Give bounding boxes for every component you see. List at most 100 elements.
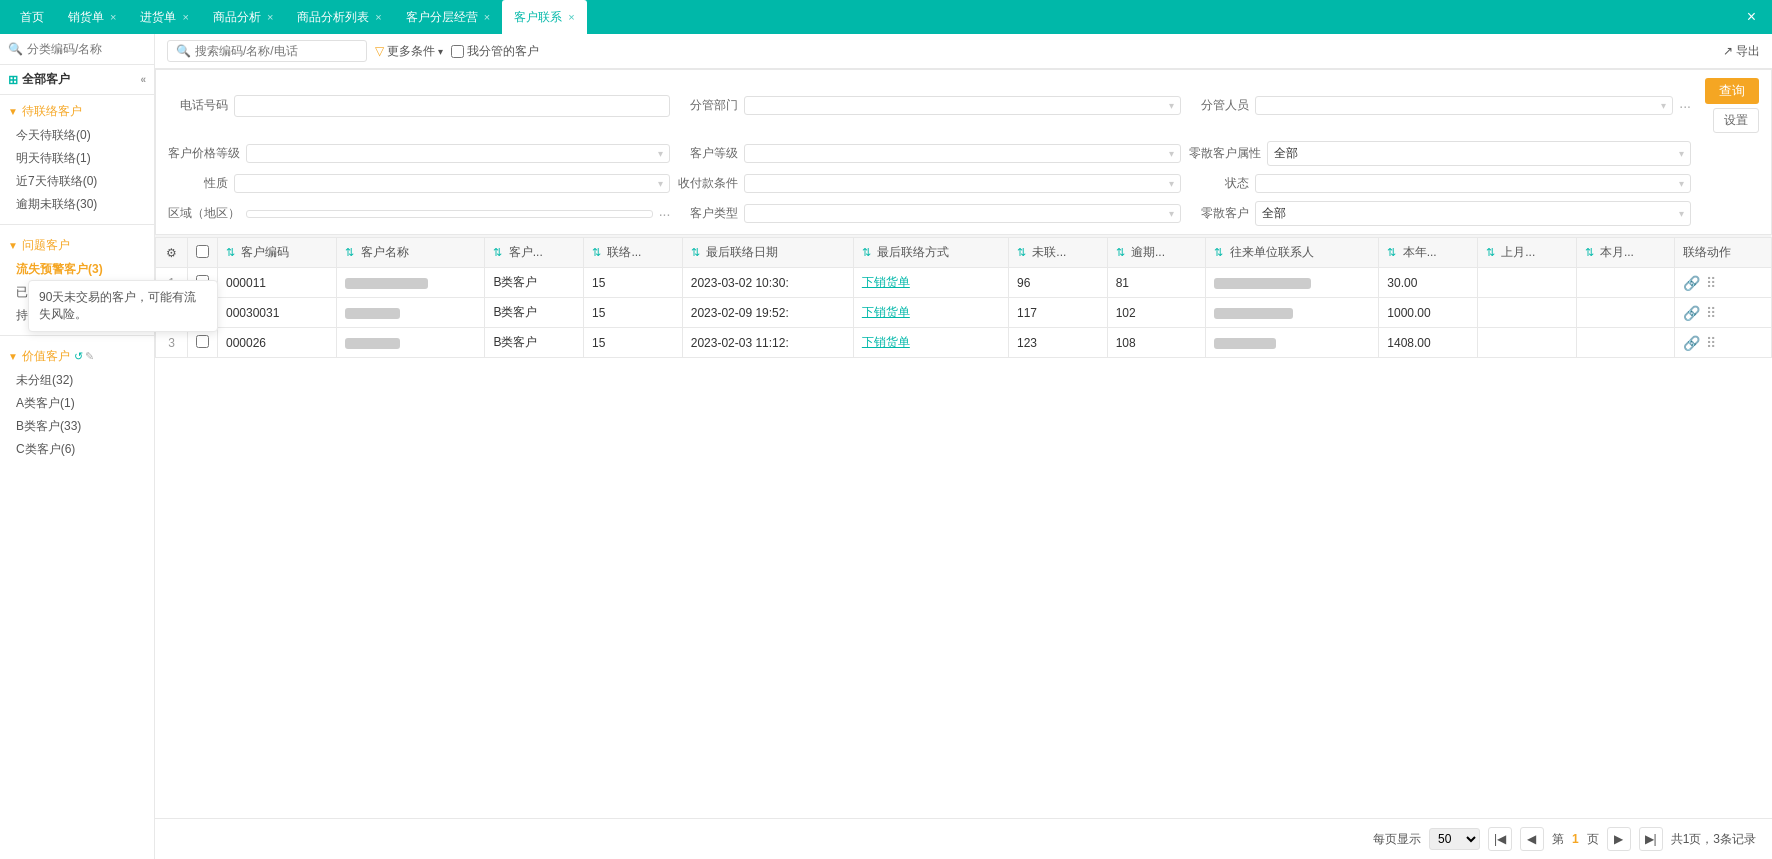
collapse-icon[interactable]: « — [140, 74, 146, 85]
cell-method-0[interactable]: 下销货单 — [853, 268, 1008, 298]
cell-date-0: 2023-03-02 10:30: — [682, 268, 853, 298]
payment-label: 收付款条件 — [678, 175, 738, 192]
sidebar-search-input[interactable] — [27, 42, 155, 56]
nav-purchase-order-close[interactable]: × — [182, 11, 188, 23]
settings-icon[interactable]: ⚙ — [166, 246, 177, 260]
customer-type-select[interactable]: ▾ — [744, 204, 1180, 223]
region-select[interactable] — [246, 210, 653, 218]
th-tmonth-sort-icon: ⇅ — [1585, 246, 1594, 258]
nav-product-analysis[interactable]: 商品分析 × — [201, 0, 285, 34]
sidebar-item-7days[interactable]: 近7天待联络(0) — [0, 170, 154, 193]
per-page-label: 每页显示 — [1373, 831, 1421, 848]
export-button[interactable]: ↗ 导出 — [1723, 43, 1760, 60]
th-code[interactable]: ⇅ 客户编码 — [218, 238, 337, 268]
last-page-button[interactable]: ▶| — [1639, 827, 1663, 851]
sidebar-group-problem-title[interactable]: ▼ 问题客户 — [0, 233, 154, 258]
th-contact-count[interactable]: ⇅ 联络... — [584, 238, 683, 268]
cell-checkbox-2[interactable] — [188, 328, 218, 358]
th-name[interactable]: ⇅ 客户名称 — [337, 238, 485, 268]
th-this-year[interactable]: ⇅ 本年... — [1379, 238, 1478, 268]
cell-tmonth-0 — [1576, 268, 1675, 298]
nav-product-analysis-list[interactable]: 商品分析列表 × — [285, 0, 393, 34]
customer-level-select[interactable]: ▾ — [744, 144, 1180, 163]
table-area: ⚙ ⇅ 客户编码 ⇅ 客户名称 — [155, 237, 1772, 818]
th-this-month[interactable]: ⇅ 本月... — [1576, 238, 1675, 268]
manager-dots[interactable]: ··· — [1679, 98, 1691, 114]
nav-customer-contact-close[interactable]: × — [568, 11, 574, 23]
sidebar-item-class-b[interactable]: B类客户(33) — [0, 415, 154, 438]
th-contact-person[interactable]: ⇅ 往来单位联系人 — [1206, 238, 1379, 268]
region-dots[interactable]: ··· — [659, 206, 671, 222]
search-input[interactable] — [195, 44, 358, 58]
prev-page-button[interactable]: ◀ — [1520, 827, 1544, 851]
nav-customer-segment[interactable]: 客户分层经营 × — [394, 0, 502, 34]
sidebar-all-customers-header[interactable]: ⊞ 全部客户 « — [0, 65, 154, 95]
sidebar-item-today[interactable]: 今天待联络(0) — [0, 124, 154, 147]
cell-action-1: 🔗 ⠿ — [1675, 298, 1772, 328]
status-select[interactable]: ▾ — [1255, 174, 1691, 193]
churn-tooltip: 90天未交易的客户，可能有流失风险。 — [28, 280, 155, 332]
th-last-contact-method[interactable]: ⇅ 最后联络方式 — [853, 238, 1008, 268]
action-link-1[interactable]: 🔗 — [1683, 305, 1700, 321]
nav-product-analysis-close[interactable]: × — [267, 11, 273, 23]
cell-lmonth-1 — [1477, 298, 1576, 328]
cell-code-0: 000011 — [218, 268, 337, 298]
sidebar-group-value-title[interactable]: ▼ 价值客户 ↺ ✎ — [0, 344, 154, 369]
action-link-0[interactable]: 🔗 — [1683, 275, 1700, 291]
row-checkbox-2[interactable] — [196, 335, 209, 348]
sidebar-item-class-a[interactable]: A类客户(1) — [0, 392, 154, 415]
my-customers-checkbox[interactable] — [451, 45, 464, 58]
cell-type-0: B类客户 — [485, 268, 584, 298]
th-overdue[interactable]: ⇅ 逾期... — [1107, 238, 1206, 268]
action-grid-1[interactable]: ⠿ — [1706, 305, 1716, 321]
query-button[interactable]: 查询 — [1705, 78, 1759, 104]
phone-input[interactable] — [234, 95, 670, 117]
sidebar-item-tomorrow[interactable]: 明天待联络(1) — [0, 147, 154, 170]
payment-select[interactable]: ▾ — [744, 174, 1180, 193]
th-uncontacted[interactable]: ⇅ 未联... — [1008, 238, 1107, 268]
cell-year-1: 1000.00 — [1379, 298, 1478, 328]
action-grid-0[interactable]: ⠿ — [1706, 275, 1716, 291]
action-grid-2[interactable]: ⠿ — [1706, 335, 1716, 351]
sidebar-item-class-c[interactable]: C类客户(6) — [0, 438, 154, 461]
cell-method-1[interactable]: 下销货单 — [853, 298, 1008, 328]
sidebar-item-unclassified[interactable]: 未分组(32) — [0, 369, 154, 392]
value-group-edit[interactable]: ✎ — [85, 350, 94, 363]
th-last-month[interactable]: ⇅ 上月... — [1477, 238, 1576, 268]
nature-select[interactable]: ▾ — [234, 174, 670, 193]
action-link-2[interactable]: 🔗 — [1683, 335, 1700, 351]
nav-customer-contact[interactable]: 客户联系 × — [502, 0, 586, 34]
cell-method-2[interactable]: 下销货单 — [853, 328, 1008, 358]
department-select[interactable]: ▾ — [744, 96, 1180, 115]
nav-purchase-order[interactable]: 进货单 × — [128, 0, 200, 34]
th-customer-type[interactable]: ⇅ 客户... — [485, 238, 584, 268]
th-contact-sort-icon: ⇅ — [592, 246, 601, 258]
nav-home[interactable]: 首页 — [8, 0, 56, 34]
per-page-select[interactable]: 50 100 200 — [1429, 828, 1480, 850]
manager-select[interactable]: ▾ — [1255, 96, 1674, 115]
nav-sales-order[interactable]: 销货单 × — [56, 0, 128, 34]
my-customers-checkbox-label[interactable]: 我分管的客户 — [451, 43, 539, 60]
sidebar-item-churn-warning[interactable]: 流失预警客户(3) — [0, 258, 154, 281]
sidebar-item-overdue[interactable]: 逾期未联络(30) — [0, 193, 154, 216]
next-page-button[interactable]: ▶ — [1607, 827, 1631, 851]
select-all-checkbox[interactable] — [196, 245, 209, 258]
nav-product-analysis-list-close[interactable]: × — [375, 11, 381, 23]
window-close-button[interactable]: × — [1739, 8, 1764, 26]
zero-customer-select[interactable]: 全部 ▾ — [1255, 201, 1691, 226]
first-page-button[interactable]: |◀ — [1488, 827, 1512, 851]
sidebar-group-pending-title[interactable]: ▼ 待联络客户 — [0, 99, 154, 124]
price-level-select[interactable]: ▾ — [246, 144, 670, 163]
nav-customer-segment-close[interactable]: × — [484, 11, 490, 23]
filter-row-3: 性质 ▾ 收付款条件 ▾ 状态 — [168, 174, 1759, 193]
settings-button[interactable]: 设置 — [1713, 108, 1759, 133]
th-date-sort-icon: ⇅ — [691, 246, 700, 258]
value-group-refresh[interactable]: ↺ — [74, 350, 83, 363]
zero-attr-select[interactable]: 全部 ▾ — [1267, 141, 1691, 166]
th-last-contact-date[interactable]: ⇅ 最后联络日期 — [682, 238, 853, 268]
search-box[interactable]: 🔍 — [167, 40, 367, 62]
table-header-row: ⚙ ⇅ 客户编码 ⇅ 客户名称 — [156, 238, 1772, 268]
more-conditions-btn[interactable]: ▽ 更多条件 ▾ — [375, 43, 443, 60]
nav-sales-order-close[interactable]: × — [110, 11, 116, 23]
arrow-icon: ▼ — [8, 106, 18, 117]
